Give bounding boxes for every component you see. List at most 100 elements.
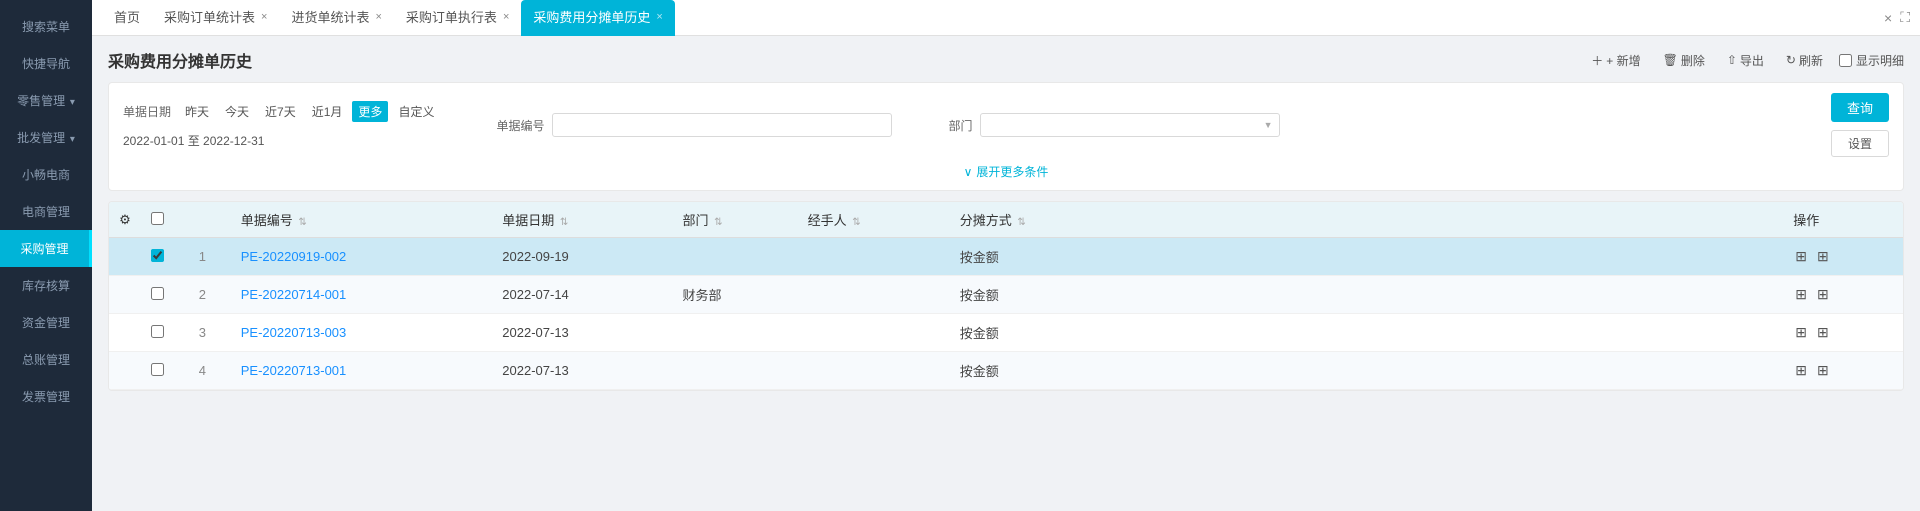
more-btn[interactable]: 更多 [352, 101, 388, 122]
query-button[interactable]: 查询 [1831, 93, 1889, 122]
row-checkbox-cell[interactable] [141, 314, 174, 352]
tab-close-icon[interactable]: × [261, 11, 267, 23]
col-doc-date-label: 单据日期 [502, 213, 554, 228]
sidebar-item-采购管理[interactable]: 采购管理 [0, 230, 92, 267]
custom-btn[interactable]: 自定义 [392, 101, 440, 122]
row-handler [798, 276, 950, 314]
col-split-method-label: 分摊方式 [960, 213, 1012, 228]
today-btn[interactable]: 今天 [219, 101, 255, 122]
maximize-window-icon[interactable]: ⛶ [1900, 9, 1910, 26]
sidebar-item-搜索菜单[interactable]: 搜索菜单 [0, 8, 92, 45]
show-columns-checkbox[interactable] [1839, 54, 1852, 67]
sidebar-item-总账管理[interactable]: 总账管理 [0, 341, 92, 378]
row-doc-no[interactable]: PE-20220714-001 [231, 276, 493, 314]
row-number: 3 [174, 314, 231, 352]
refresh-button[interactable]: ↻ 刷新 [1780, 49, 1829, 72]
row-detail-icon[interactable]: ⊞ [1815, 360, 1831, 381]
tab-进货单统计表[interactable]: 进货单统计表× [279, 0, 393, 36]
tab-close-icon[interactable]: × [375, 11, 381, 23]
expand-more-btn[interactable]: ∨ 展开更多条件 [123, 163, 1889, 180]
sidebar-item-小畅电商[interactable]: 小畅电商 [0, 156, 92, 193]
col-handler-label: 经手人 [808, 213, 847, 228]
row-handler [798, 352, 950, 390]
close-window-icon[interactable]: × [1884, 10, 1892, 26]
doc-no-link[interactable]: PE-20220714-001 [241, 287, 347, 302]
row-checkbox-cell[interactable] [141, 238, 174, 276]
dept-select[interactable]: 财务部 [980, 113, 1280, 137]
tab-首页[interactable]: 首页 [102, 0, 152, 36]
row-split-method: 按金额 [950, 314, 1783, 352]
table-row: 2 PE-20220714-001 2022-07-14 财务部 按金额 ⊞ ⊞ [109, 276, 1903, 314]
row-settings [109, 314, 141, 352]
row-actions: ⊞ ⊞ [1783, 238, 1903, 276]
sidebar-item-资金管理[interactable]: 资金管理 [0, 304, 92, 341]
doc-no-link[interactable]: PE-20220713-003 [241, 325, 347, 340]
row-actions: ⊞ ⊞ [1783, 352, 1903, 390]
export-button[interactable]: ⇧ 导出 [1721, 49, 1770, 72]
row-dept: 财务部 [673, 276, 798, 314]
col-settings[interactable]: ⚙ [109, 202, 141, 238]
sidebar-item-快捷导航[interactable]: 快捷导航 [0, 45, 92, 82]
sort-split-method-icon: ⇅ [1017, 217, 1025, 228]
row-doc-no[interactable]: PE-20220713-001 [231, 352, 493, 390]
tab-close-icon[interactable]: × [656, 11, 662, 23]
sidebar-item-库存核算[interactable]: 库存核算 [0, 267, 92, 304]
tab-close-icon[interactable]: × [503, 11, 509, 23]
col-doc-date[interactable]: 单据日期 ⇅ [492, 202, 672, 238]
yesterday-btn[interactable]: 昨天 [179, 101, 215, 122]
row-checkbox-cell[interactable] [141, 276, 174, 314]
sidebar-item-发票管理[interactable]: 发票管理 [0, 378, 92, 415]
row-checkbox[interactable] [151, 249, 164, 262]
row-doc-date: 2022-07-13 [492, 352, 672, 390]
row-edit-icon[interactable]: ⊞ [1793, 246, 1809, 267]
row-checkbox[interactable] [151, 363, 164, 376]
filter-settings-button[interactable]: 设置 [1831, 130, 1889, 157]
row-edit-icon[interactable]: ⊞ [1793, 322, 1809, 343]
tab-采购订单统计表[interactable]: 采购订单统计表 × [152, 0, 279, 36]
row-checkbox[interactable] [151, 325, 164, 338]
row-edit-icon[interactable]: ⊞ [1793, 360, 1809, 381]
tab-采购订单执行表[interactable]: 采购订单执行表× [394, 0, 521, 36]
col-row-num [174, 202, 231, 238]
col-dept[interactable]: 部门 ⇅ [673, 202, 798, 238]
sidebar-item-批发管理[interactable]: 批发管理 ▾ [0, 119, 92, 156]
row-doc-date: 2022-07-14 [492, 276, 672, 314]
col-split-method[interactable]: 分摊方式 ⇅ [950, 202, 1783, 238]
last7days-btn[interactable]: 近7天 [259, 101, 302, 122]
delete-button[interactable]: 🗑 删除 [1657, 49, 1711, 72]
sidebar-item-电商管理[interactable]: 电商管理 [0, 193, 92, 230]
tab-label: 采购订单统计表 [164, 7, 255, 26]
col-handler[interactable]: 经手人 ⇅ [798, 202, 950, 238]
row-settings [109, 352, 141, 390]
refresh-icon: ↻ [1786, 53, 1796, 67]
row-detail-icon[interactable]: ⊞ [1815, 284, 1831, 305]
page-title: 采购费用分摊单历史 [108, 48, 252, 72]
sidebar-item-零售管理[interactable]: 零售管理 ▾ [0, 82, 92, 119]
sort-doc-date-icon: ⇅ [560, 217, 568, 228]
col-checkbox [141, 202, 174, 238]
doc-no-link[interactable]: PE-20220919-002 [241, 249, 347, 264]
last1month-btn[interactable]: 近1月 [306, 101, 349, 122]
row-doc-no[interactable]: PE-20220919-002 [231, 238, 493, 276]
row-detail-icon[interactable]: ⊞ [1815, 322, 1831, 343]
tab-label: 采购费用分摊单历史 [533, 7, 650, 26]
row-checkbox[interactable] [151, 287, 164, 300]
row-number: 4 [174, 352, 231, 390]
row-detail-icon[interactable]: ⊞ [1815, 246, 1831, 267]
row-split-method: 按金额 [950, 238, 1783, 276]
row-dept [673, 314, 798, 352]
expand-more-label: 展开更多条件 [976, 163, 1048, 180]
show-columns-toggle[interactable]: 显示明细 [1839, 52, 1904, 69]
row-split-method: 按金额 [950, 352, 1783, 390]
data-table-container: ⚙ 单据编号 ⇅ 单据日期 ⇅ [108, 201, 1904, 391]
row-edit-icon[interactable]: ⊞ [1793, 284, 1809, 305]
date-range-display: 2022-01-01 至 2022-12-31 [123, 132, 264, 149]
row-doc-no[interactable]: PE-20220713-003 [231, 314, 493, 352]
doc-no-link[interactable]: PE-20220713-001 [241, 363, 347, 378]
tab-采购费用分摊单历史[interactable]: 采购费用分摊单历史 × [521, 0, 674, 36]
doc-no-input[interactable] [552, 113, 892, 137]
select-all-checkbox[interactable] [151, 212, 164, 225]
col-doc-no[interactable]: 单据编号 ⇅ [231, 202, 493, 238]
add-button[interactable]: ＋ + 新增 [1585, 49, 1646, 72]
row-checkbox-cell[interactable] [141, 352, 174, 390]
